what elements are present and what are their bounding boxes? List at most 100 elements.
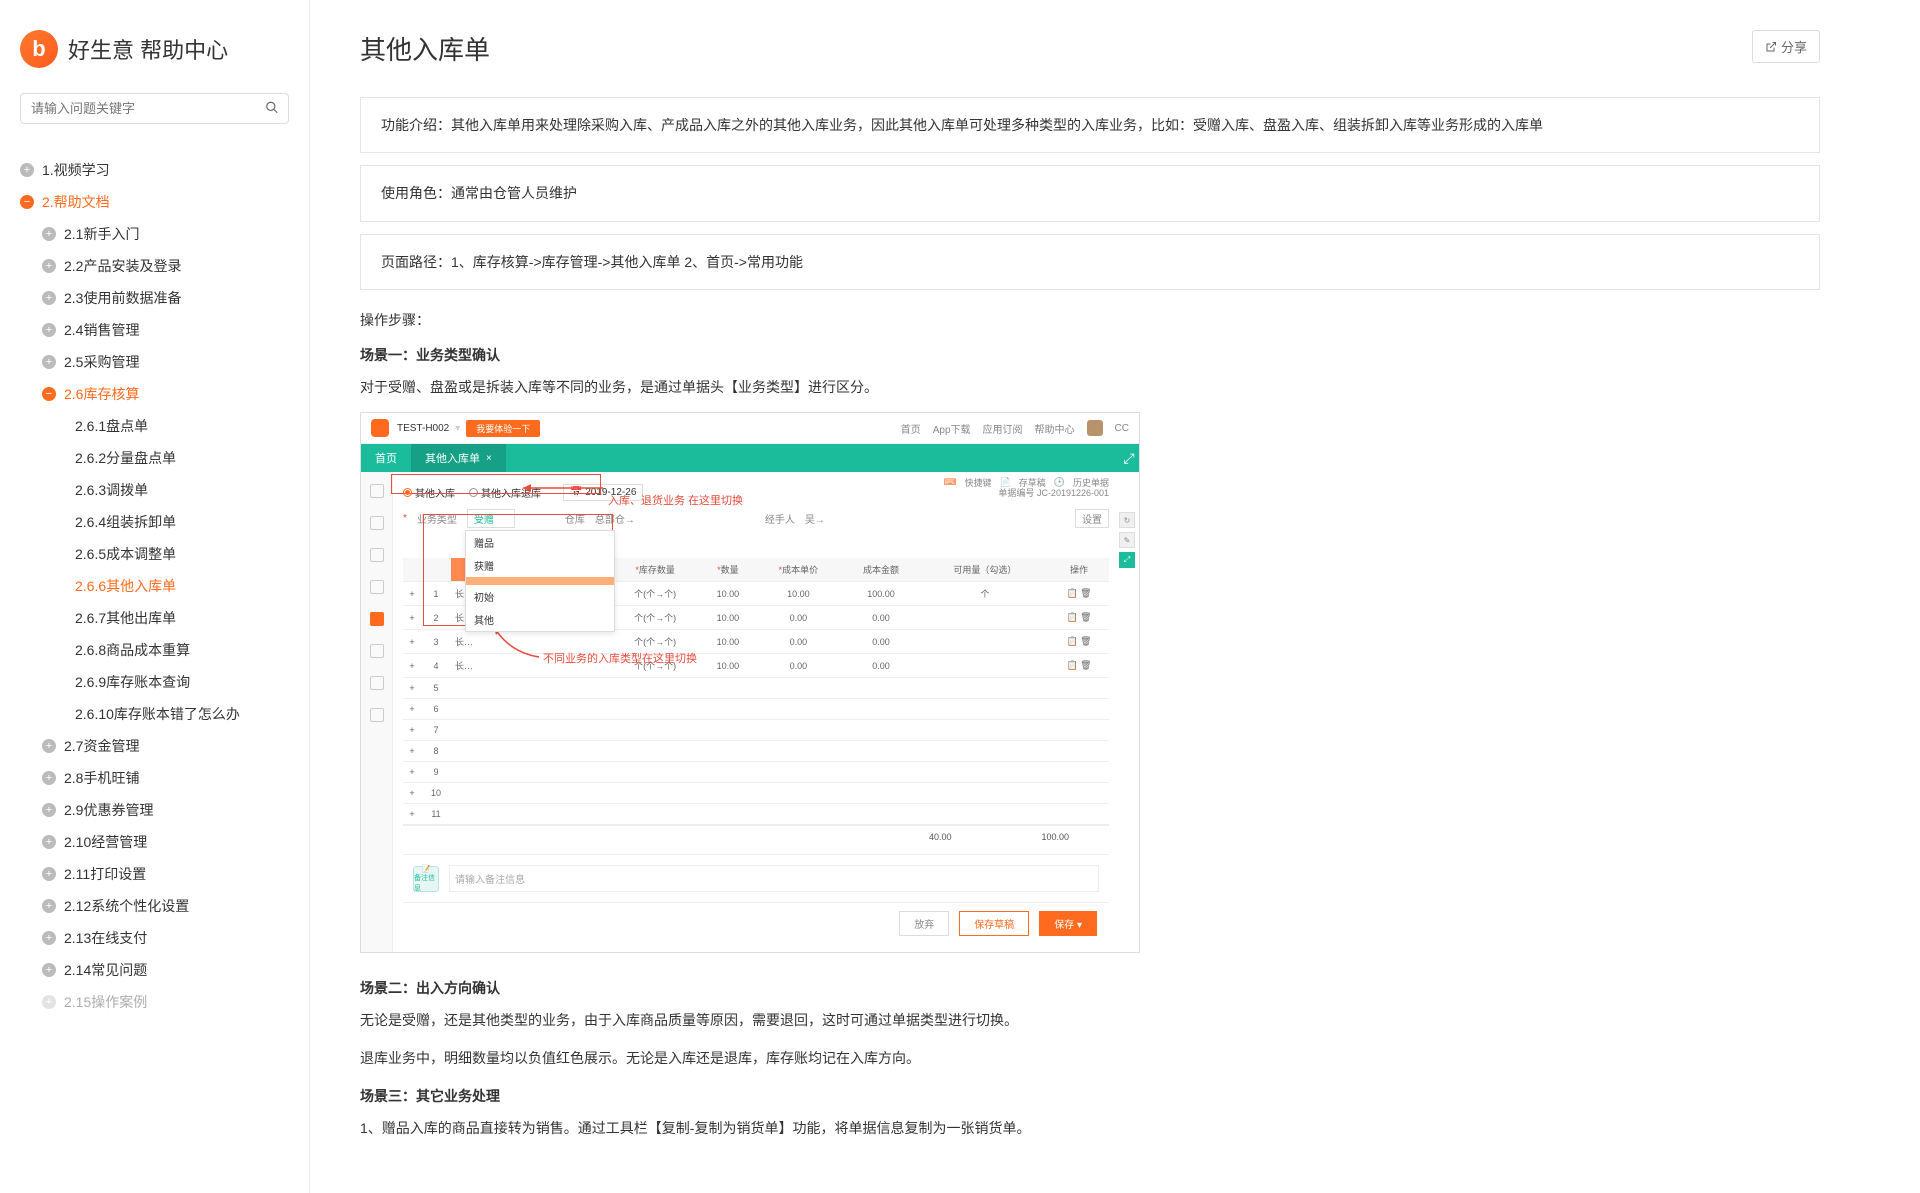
sidebar-icon[interactable]	[370, 516, 384, 530]
steps-label: 操作步骤：	[360, 310, 1820, 330]
main-content: 其他入库单 分享 功能介绍：其他入库单用来处理除采购入库、产成品入库之外的其他入…	[310, 0, 1870, 1193]
nav-2-8[interactable]: +2.8手机旺铺	[20, 762, 289, 794]
sc-main-area: 入库、退货业务 在这里切换 其他入库 其他入库退库 📅 2019-12-26 单…	[393, 472, 1119, 952]
nav-2-12[interactable]: +2.12系统个性化设置	[20, 890, 289, 922]
save-draft-button[interactable]: 保存草稿	[959, 911, 1029, 936]
nav-2-6-3[interactable]: 2.6.3调拨单	[20, 474, 289, 506]
arrow-icon	[523, 482, 603, 494]
nav-2-4[interactable]: +2.4销售管理	[20, 314, 289, 346]
discard-button[interactable]: 放弃	[899, 911, 949, 936]
dropdown-item[interactable]: 获赠	[466, 554, 614, 577]
share-button[interactable]: 分享	[1752, 30, 1820, 63]
close-icon[interactable]: ×	[486, 453, 492, 464]
nav-2-7[interactable]: +2.7资金管理	[20, 730, 289, 762]
annotation-label: 不同业务的入库类型在这里切换	[543, 650, 697, 666]
plus-icon: +	[42, 227, 56, 241]
role-box: 使用角色：通常由仓管人员维护	[360, 165, 1820, 221]
scene2-title: 场景二：出入方向确认	[360, 978, 1820, 998]
sidebar-icon[interactable]	[370, 484, 384, 498]
nav-2-13[interactable]: +2.13在线支付	[20, 922, 289, 954]
plus-icon: +	[42, 355, 56, 369]
total-amount: 100.00	[1041, 832, 1069, 842]
nav-2-1[interactable]: +2.1新手入门	[20, 218, 289, 250]
sc-topbar: TEST-H002 ▾ 我要体验一下 首页 App下载 应用订阅 帮助中心 CC	[361, 413, 1139, 444]
dropdown-item-selected[interactable]	[466, 577, 614, 585]
share-icon	[1765, 41, 1777, 53]
link-draft[interactable]: 存草稿	[1019, 476, 1046, 489]
sidebar-icon[interactable]	[370, 644, 384, 658]
table-row[interactable]: +11	[403, 804, 1109, 825]
sc-link-home[interactable]: 首页	[901, 421, 921, 436]
settings-button[interactable]: 设置	[1075, 509, 1109, 528]
nav-2-5[interactable]: +2.5采购管理	[20, 346, 289, 378]
sc-experience-button[interactable]: 我要体验一下	[466, 420, 540, 437]
nav-2-6-7[interactable]: 2.6.7其他出库单	[20, 602, 289, 634]
table-row[interactable]: +7	[403, 720, 1109, 741]
link-history[interactable]: 历史单据	[1073, 476, 1109, 489]
nav-video-learning[interactable]: +1.视频学习	[20, 154, 289, 186]
nav-2-2[interactable]: +2.2产品安装及登录	[20, 250, 289, 282]
sidebar-icon[interactable]	[370, 708, 384, 722]
page-title: 其他入库单	[360, 30, 490, 67]
total-qty: 40.00	[929, 832, 952, 842]
sc-link-download[interactable]: App下载	[933, 421, 971, 436]
nav-2-10[interactable]: +2.10经营管理	[20, 826, 289, 858]
sc-link-help[interactable]: 帮助中心	[1035, 421, 1075, 436]
biz-type-dropdown: 赠品 获赠 初始 其他	[465, 530, 615, 632]
sc-buttons: 放弃 保存草稿 保存 ▾	[403, 902, 1109, 944]
nav-2-6[interactable]: −2.6库存核算	[20, 378, 289, 410]
sidebar-icon[interactable]	[370, 580, 384, 594]
memo-icon[interactable]: 📝备注信息	[413, 866, 439, 892]
content-body: 操作步骤： 场景一：业务类型确认 对于受赠、盘盈或是拆装入库等不同的业务，是通过…	[360, 310, 1820, 1141]
dropdown-item[interactable]: 其他	[466, 608, 614, 631]
table-row[interactable]: +10	[403, 783, 1109, 804]
tool-icon-active[interactable]: ⤢	[1119, 552, 1135, 568]
sc-quick-links: ⌨快捷键 📄存草稿 🕒历史单据	[944, 476, 1109, 489]
sc-workspace: TEST-H002	[397, 423, 449, 434]
nav-2-14[interactable]: +2.14常见问题	[20, 954, 289, 986]
nav-2-6-4[interactable]: 2.6.4组装拆卸单	[20, 506, 289, 538]
table-row[interactable]: +6	[403, 699, 1109, 720]
table-row[interactable]: +5	[403, 678, 1109, 699]
nav-help-docs[interactable]: −2.帮助文档	[20, 186, 289, 218]
plus-icon: +	[42, 835, 56, 849]
sidebar-icon-active[interactable]	[370, 612, 384, 626]
sc-tab-home[interactable]: 首页	[361, 444, 411, 472]
memo-input[interactable]: 请输入备注信息	[449, 865, 1099, 892]
dropdown-item[interactable]: 赠品	[466, 531, 614, 554]
nav-2-15[interactable]: +2.15操作案例	[20, 986, 289, 1018]
link-shortcut[interactable]: 快捷键	[965, 476, 992, 489]
sidebar-icon[interactable]	[370, 548, 384, 562]
tool-icon[interactable]: ✎	[1119, 532, 1135, 548]
avatar-icon[interactable]	[1087, 420, 1103, 436]
nav-2-6-8[interactable]: 2.6.8商品成本重算	[20, 634, 289, 666]
nav-2-6-10[interactable]: 2.6.10库存账本错了怎么办	[20, 698, 289, 730]
scene3-title: 场景三：其它业务处理	[360, 1086, 1820, 1106]
save-button[interactable]: 保存 ▾	[1039, 911, 1097, 936]
search-box	[20, 93, 289, 124]
plus-icon: +	[42, 931, 56, 945]
tool-icon[interactable]: ↻	[1119, 512, 1135, 528]
search-input[interactable]	[20, 93, 289, 124]
sc-link-subscribe[interactable]: 应用订阅	[983, 421, 1023, 436]
plus-icon: +	[42, 867, 56, 881]
nav-2-6-5[interactable]: 2.6.5成本调整单	[20, 538, 289, 570]
table-row[interactable]: +8	[403, 741, 1109, 762]
search-icon[interactable]	[265, 100, 279, 117]
handler-value[interactable]: 吴→	[805, 511, 825, 526]
nav-2-6-2[interactable]: 2.6.2分量盘点单	[20, 442, 289, 474]
nav-2-11[interactable]: +2.11打印设置	[20, 858, 289, 890]
plus-icon: +	[42, 995, 56, 1009]
site-title: 好生意 帮助中心	[68, 33, 228, 65]
sidebar-icon[interactable]	[370, 676, 384, 690]
nav-2-9[interactable]: +2.9优惠券管理	[20, 794, 289, 826]
nav-2-3[interactable]: +2.3使用前数据准备	[20, 282, 289, 314]
nav-2-6-9[interactable]: 2.6.9库存账本查询	[20, 666, 289, 698]
dropdown-item[interactable]: 初始	[466, 585, 614, 608]
nav-2-6-1[interactable]: 2.6.1盘点单	[20, 410, 289, 442]
plus-icon: +	[42, 771, 56, 785]
nav-2-6-6[interactable]: 2.6.6其他入库单	[20, 570, 289, 602]
expand-icon[interactable]: ⤢	[1119, 450, 1139, 467]
sc-tab-stockin[interactable]: 其他入库单×	[411, 444, 506, 472]
table-row[interactable]: +9	[403, 762, 1109, 783]
